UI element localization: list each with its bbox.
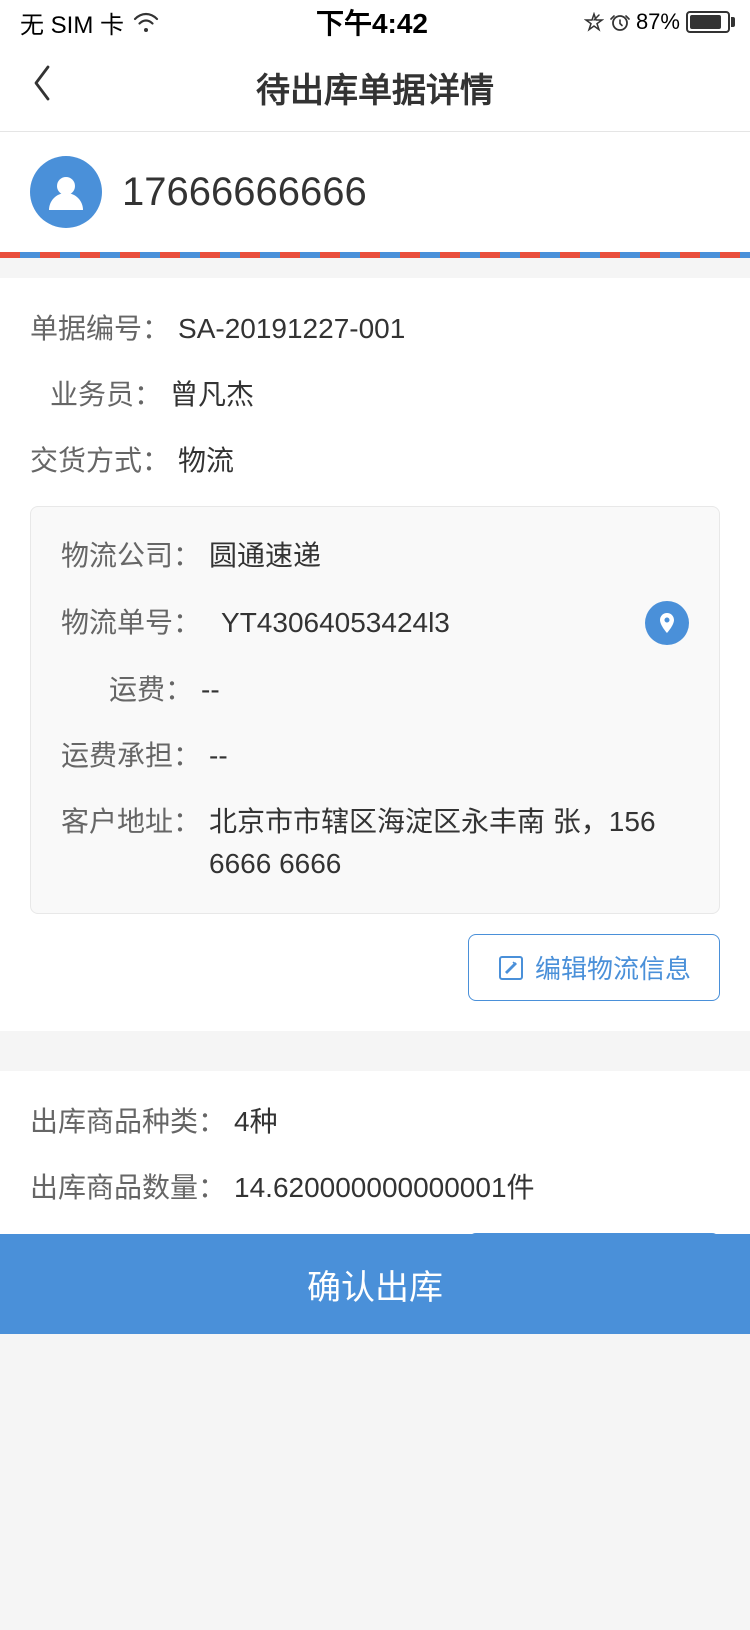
wifi-icon xyxy=(132,11,160,33)
edit-logistics-label: 编辑物流信息 xyxy=(535,949,691,986)
freight-bearer-label: 运费承担： xyxy=(61,735,209,777)
delivery-row: 交货方式： 物流 xyxy=(30,440,720,482)
goods-quantity-label: 出库商品数量： xyxy=(30,1167,234,1209)
status-carrier: 无 SIM 卡 xyxy=(20,5,160,40)
logistics-company-row: 物流公司： 圆通速递 xyxy=(61,535,689,577)
freight-label: 运费： xyxy=(61,669,201,711)
address-row: 客户地址： 北京市市辖区海淀区永丰南 张，156 6666 6666 xyxy=(61,801,689,885)
edit-logistics-container: 编辑物流信息 xyxy=(30,914,720,1001)
status-time: 下午4:42 xyxy=(316,2,428,42)
edit-logistics-button[interactable]: 编辑物流信息 xyxy=(468,934,720,1001)
tracking-label: 物流单号： xyxy=(61,602,209,644)
map-pin-icon xyxy=(655,611,679,635)
freight-bearer-row: 运费承担： -- xyxy=(61,735,689,777)
freight-bearer-value: -- xyxy=(209,735,689,777)
nav-bar: 待出库单据详情 xyxy=(0,44,750,132)
customer-phone: 17666666666 xyxy=(122,170,367,215)
avatar xyxy=(30,156,102,228)
order-no-row: 单据编号： SA-20191227-001 xyxy=(30,308,720,350)
status-right: 87% xyxy=(584,9,730,35)
order-info-section: 单据编号： SA-20191227-001 业务员： 曾凡杰 交货方式： 物流 … xyxy=(0,278,750,1031)
freight-row: 运费： -- xyxy=(61,669,689,711)
edit-icon xyxy=(497,954,525,982)
order-no-label: 单据编号： xyxy=(30,308,178,350)
logistics-company-value: 圆通速递 xyxy=(209,535,689,577)
goods-types-value: 4种 xyxy=(234,1101,720,1143)
back-button[interactable] xyxy=(20,53,64,122)
confirm-label: 确认出库 xyxy=(307,1260,443,1309)
section-gap-1 xyxy=(0,1031,750,1051)
salesperson-value: 曾凡杰 xyxy=(170,374,720,416)
goods-quantity-value: 14.620000000000001件 xyxy=(234,1167,720,1209)
track-location-button[interactable] xyxy=(645,601,689,645)
location-services-icon xyxy=(584,12,604,32)
page-title: 待出库单据详情 xyxy=(256,63,494,112)
delivery-value: 物流 xyxy=(178,440,720,482)
freight-value: -- xyxy=(201,669,689,711)
confirm-button[interactable]: 确认出库 xyxy=(0,1234,750,1334)
salesperson-label: 业务员： xyxy=(30,374,170,416)
user-icon xyxy=(44,170,88,214)
goods-quantity-row: 出库商品数量： 14.620000000000001件 xyxy=(30,1167,720,1209)
order-no-value: SA-20191227-001 xyxy=(178,308,720,350)
alarm-icon xyxy=(610,12,630,32)
customer-header: 17666666666 xyxy=(0,132,750,252)
delivery-label: 交货方式： xyxy=(30,440,178,482)
salesperson-row: 业务员： 曾凡杰 xyxy=(30,374,720,416)
logistics-company-label: 物流公司： xyxy=(61,535,209,577)
battery-icon xyxy=(686,11,730,33)
decorative-divider xyxy=(0,252,750,258)
logistics-card: 物流公司： 圆通速递 物流单号： YT43064053424l3 运费： -- … xyxy=(30,506,720,914)
tracking-no-value: YT43064053424l3 xyxy=(221,602,633,644)
address-value: 北京市市辖区海淀区永丰南 张，156 6666 6666 xyxy=(209,801,689,885)
goods-types-label: 出库商品种类： xyxy=(30,1101,234,1143)
status-bar: 无 SIM 卡 下午4:42 87% xyxy=(0,0,750,44)
goods-types-row: 出库商品种类： 4种 xyxy=(30,1101,720,1143)
address-label: 客户地址： xyxy=(61,801,209,843)
bottom-space xyxy=(0,1330,750,1630)
tracking-row: 物流单号： YT43064053424l3 xyxy=(61,601,689,645)
